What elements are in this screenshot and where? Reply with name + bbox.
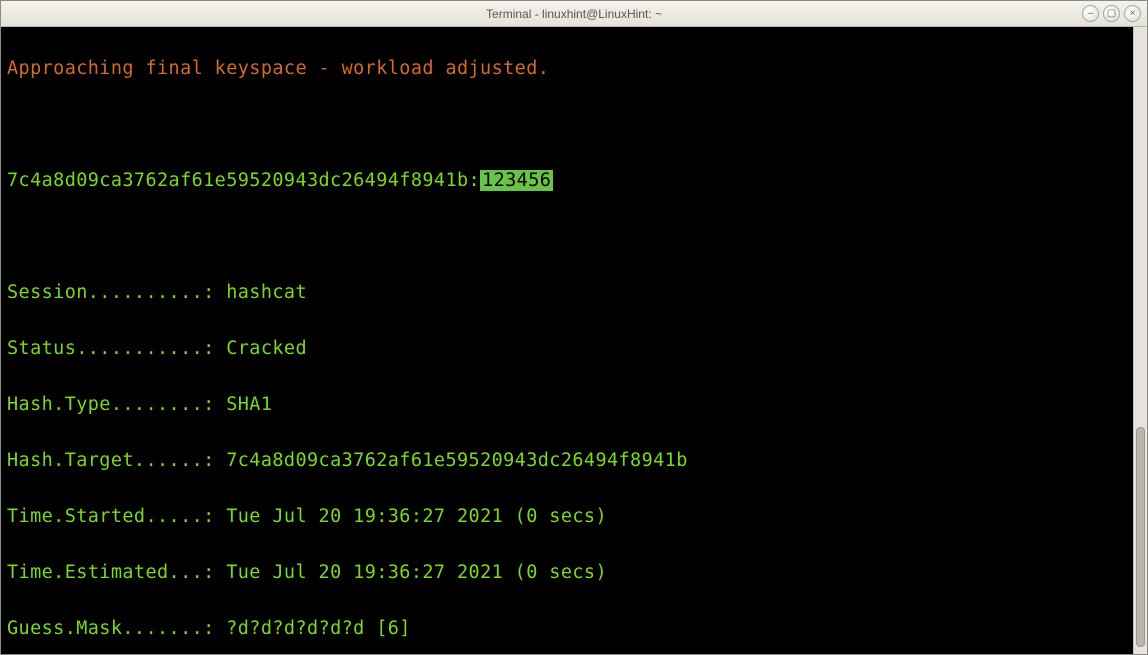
minimize-icon[interactable]: – (1082, 5, 1099, 22)
hash-target-value: 7c4a8d09ca3762af61e59520943dc26494f8941b (226, 450, 688, 471)
hash-type-value: SHA1 (226, 394, 272, 415)
time-est-line: Time.Estimated...: Tue Jul 20 19:36:27 2… (7, 559, 1141, 587)
time-est-label: Time.Estimated...: (7, 562, 226, 583)
terminal-output[interactable]: Approaching final keyspace - workload ad… (1, 27, 1147, 654)
hash-type-line: Hash.Type........: SHA1 (7, 391, 1141, 419)
hash-type-label: Hash.Type........: (7, 394, 226, 415)
time-started-line: Time.Started.....: Tue Jul 20 19:36:27 2… (7, 503, 1141, 531)
result-plaintext: 123456 (480, 170, 553, 191)
blank-line (7, 111, 1141, 139)
hash-target-line: Hash.Target......: 7c4a8d09ca3762af61e59… (7, 447, 1141, 475)
scrollbar[interactable] (1133, 27, 1147, 654)
window-controls: – ▢ × (1082, 5, 1141, 22)
session-label: Session..........: (7, 282, 226, 303)
titlebar: Terminal - linuxhint@LinuxHint: ~ – ▢ × (1, 1, 1147, 27)
terminal-window: Terminal - linuxhint@LinuxHint: ~ – ▢ × … (0, 0, 1148, 655)
close-icon[interactable]: × (1124, 5, 1141, 22)
warning-line: Approaching final keyspace - workload ad… (7, 55, 1141, 83)
crack-result-line: 7c4a8d09ca3762af61e59520943dc26494f8941b… (7, 167, 1141, 195)
hash-target-label: Hash.Target......: (7, 450, 226, 471)
time-started-label: Time.Started.....: (7, 506, 226, 527)
window-title: Terminal - linuxhint@LinuxHint: ~ (486, 7, 662, 21)
guess-mask-line: Guess.Mask.......: ?d?d?d?d?d?d [6] (7, 615, 1141, 643)
status-label: Status...........: (7, 338, 226, 359)
scrollbar-thumb[interactable] (1136, 427, 1145, 647)
guess-mask-label: Guess.Mask.......: (7, 618, 226, 639)
blank-line (7, 223, 1141, 251)
status-line: Status...........: Cracked (7, 335, 1141, 363)
time-est-value: Tue Jul 20 19:36:27 2021 (0 secs) (226, 562, 607, 583)
result-hash: 7c4a8d09ca3762af61e59520943dc26494f8941b… (7, 170, 480, 191)
time-started-value: Tue Jul 20 19:36:27 2021 (0 secs) (226, 506, 607, 527)
maximize-icon[interactable]: ▢ (1103, 5, 1120, 22)
session-line: Session..........: hashcat (7, 279, 1141, 307)
guess-mask-value: ?d?d?d?d?d?d [6] (226, 618, 411, 639)
session-value: hashcat (226, 282, 307, 303)
status-value: Cracked (226, 338, 307, 359)
